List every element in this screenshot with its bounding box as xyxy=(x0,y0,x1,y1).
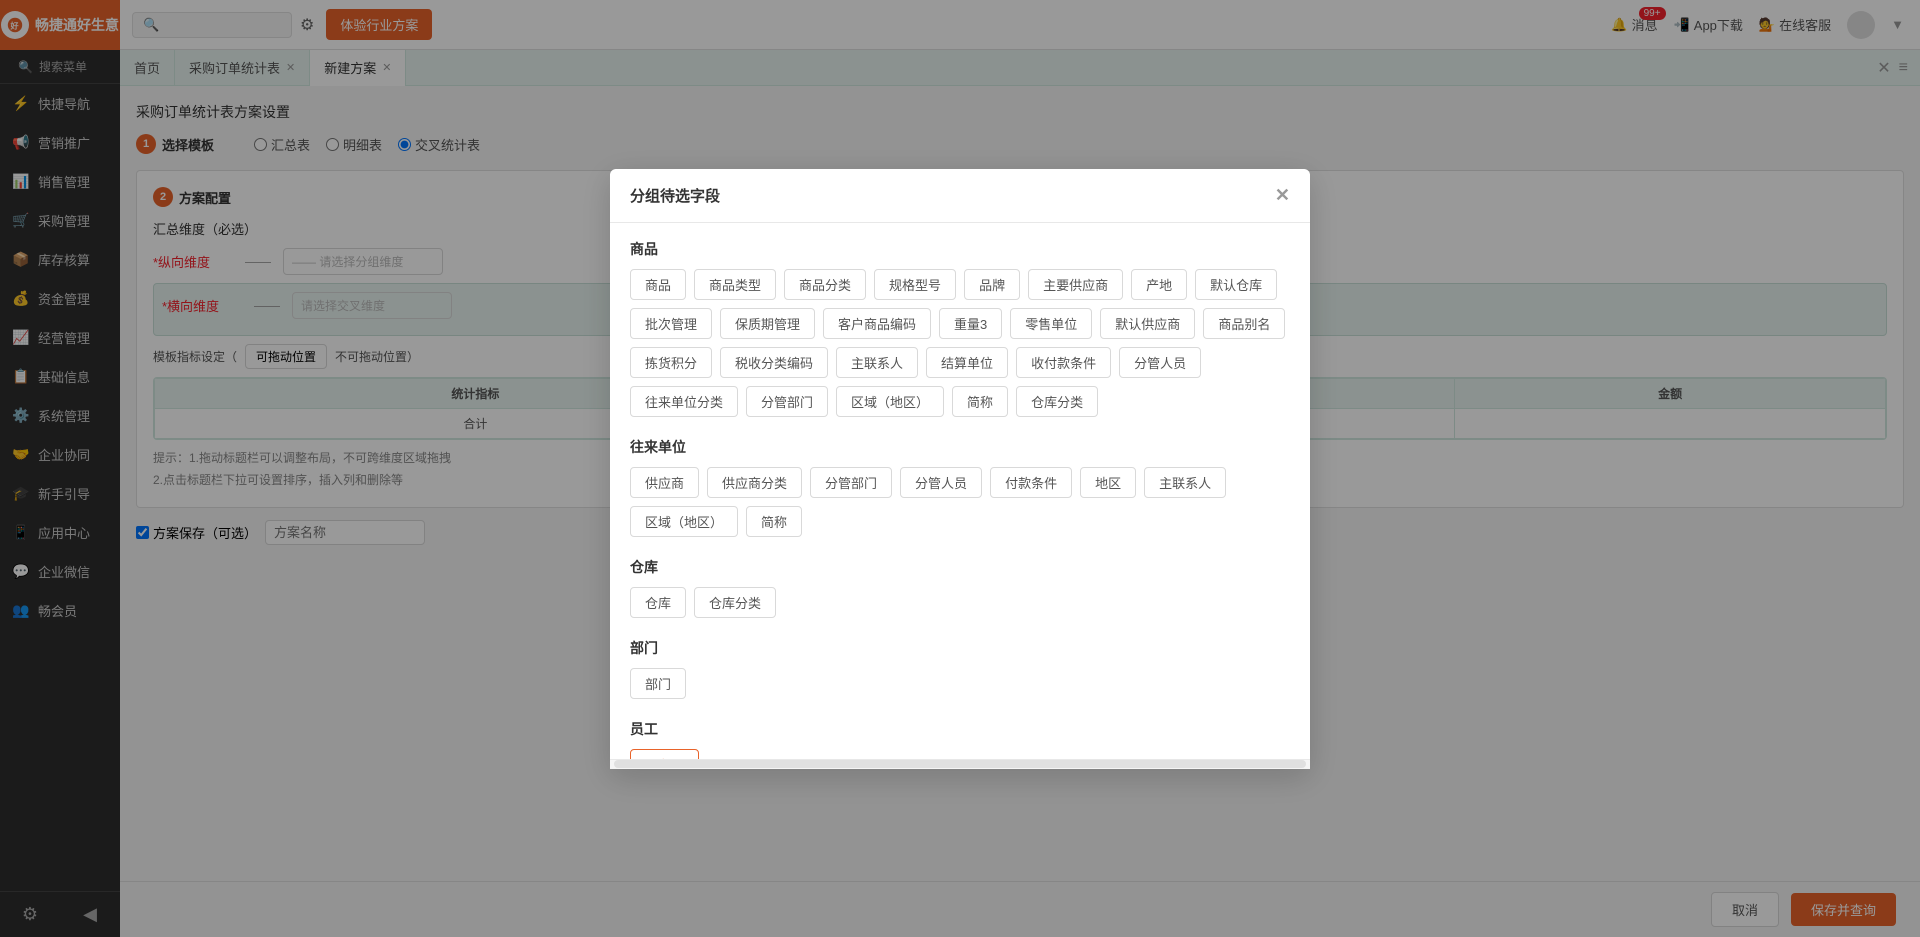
field-tag-source_unit_category[interactable]: 往来单位分类 xyxy=(630,386,738,417)
field-tag-brand[interactable]: 品牌 xyxy=(964,269,1020,300)
field-section-department: 部门部门 xyxy=(630,638,1290,699)
field-tags-goods: 商品商品类型商品分类规格型号品牌主要供应商产地默认仓库批次管理保质期管理客户商品… xyxy=(630,269,1290,417)
modal-footer-scroll xyxy=(610,759,1310,769)
field-tag-batch_mgmt[interactable]: 批次管理 xyxy=(630,308,712,339)
field-tag-customer_code[interactable]: 客户商品编码 xyxy=(823,308,931,339)
field-tag-payment_terms[interactable]: 收付款条件 xyxy=(1016,347,1111,378)
field-tag-default_supplier[interactable]: 默认供应商 xyxy=(1100,308,1195,339)
field-tag-salesperson[interactable]: 业务员 xyxy=(630,749,699,759)
field-tag-partner_short[interactable]: 简称 xyxy=(746,506,802,537)
field-tag-weight3[interactable]: 重量3 xyxy=(939,308,1002,339)
field-tag-goods[interactable]: 商品 xyxy=(630,269,686,300)
field-section-warehouse: 仓库仓库仓库分类 xyxy=(630,557,1290,618)
field-section-title-partner: 往来单位 xyxy=(630,437,1290,457)
field-tag-pickup_points[interactable]: 拣货积分 xyxy=(630,347,712,378)
modal-header: 分组待选字段 ✕ xyxy=(610,169,1310,223)
field-tag-supplier_category[interactable]: 供应商分类 xyxy=(707,467,802,498)
field-tag-area[interactable]: 地区 xyxy=(1080,467,1136,498)
field-tags-department: 部门 xyxy=(630,668,1290,699)
field-section-title-employee: 员工 xyxy=(630,719,1290,739)
field-tag-spec_model[interactable]: 规格型号 xyxy=(874,269,956,300)
modal-close-btn[interactable]: ✕ xyxy=(1275,185,1290,206)
field-section-goods: 商品商品商品类型商品分类规格型号品牌主要供应商产地默认仓库批次管理保质期管理客户… xyxy=(630,239,1290,417)
field-tags-warehouse: 仓库仓库分类 xyxy=(630,587,1290,618)
field-tag-short_name[interactable]: 简称 xyxy=(952,386,1008,417)
field-tag-dept_staff[interactable]: 分管人员 xyxy=(900,467,982,498)
modal-overlay: 分组待选字段 ✕ 商品商品商品类型商品分类规格型号品牌主要供应商产地默认仓库批次… xyxy=(0,0,1920,937)
field-tag-wh_category[interactable]: 仓库分类 xyxy=(694,587,776,618)
field-tag-partner_region[interactable]: 区域（地区） xyxy=(630,506,738,537)
modal-body: 商品商品商品类型商品分类规格型号品牌主要供应商产地默认仓库批次管理保质期管理客户… xyxy=(610,223,1310,759)
modal-title: 分组待选字段 xyxy=(630,185,720,206)
field-section-title-goods: 商品 xyxy=(630,239,1290,259)
field-tag-default_warehouse[interactable]: 默认仓库 xyxy=(1195,269,1277,300)
field-tag-settle_unit[interactable]: 结算单位 xyxy=(926,347,1008,378)
horizontal-scrollbar[interactable] xyxy=(614,760,1306,768)
field-tag-main_contact[interactable]: 主联系人 xyxy=(836,347,918,378)
field-section-title-department: 部门 xyxy=(630,638,1290,658)
field-tags-partner: 供应商供应商分类分管部门分管人员付款条件地区主联系人区域（地区） 简称 xyxy=(630,467,1290,537)
modal: 分组待选字段 ✕ 商品商品商品类型商品分类规格型号品牌主要供应商产地默认仓库批次… xyxy=(610,169,1310,769)
field-tag-origin[interactable]: 产地 xyxy=(1131,269,1187,300)
field-section-employee: 员工业务员 xyxy=(630,719,1290,759)
field-tag-warehouse_category[interactable]: 仓库分类 xyxy=(1016,386,1098,417)
field-tag-dept[interactable]: 分管部门 xyxy=(810,467,892,498)
field-section-title-warehouse: 仓库 xyxy=(630,557,1290,577)
field-tag-manager[interactable]: 分管人员 xyxy=(1119,347,1201,378)
field-section-partner: 往来单位供应商供应商分类分管部门分管人员付款条件地区主联系人区域（地区） 简称 xyxy=(630,437,1290,537)
field-tag-tax_code[interactable]: 税收分类编码 xyxy=(720,347,828,378)
field-tag-goods_alias[interactable]: 商品别名 xyxy=(1203,308,1285,339)
field-tag-retail_unit[interactable]: 零售单位 xyxy=(1010,308,1092,339)
field-tag-payment_cond[interactable]: 付款条件 xyxy=(990,467,1072,498)
field-tag-wh[interactable]: 仓库 xyxy=(630,587,686,618)
field-tag-main_supplier[interactable]: 主要供应商 xyxy=(1028,269,1123,300)
field-tag-expiry_mgmt[interactable]: 保质期管理 xyxy=(720,308,815,339)
field-tag-mgmt_dept[interactable]: 分管部门 xyxy=(746,386,828,417)
field-tag-supplier[interactable]: 供应商 xyxy=(630,467,699,498)
field-tag-partner_contact[interactable]: 主联系人 xyxy=(1144,467,1226,498)
field-tag-goods_type[interactable]: 商品类型 xyxy=(694,269,776,300)
field-tags-employee: 业务员 xyxy=(630,749,1290,759)
field-tag-goods_category[interactable]: 商品分类 xyxy=(784,269,866,300)
field-tag-region[interactable]: 区域（地区） xyxy=(836,386,944,417)
field-tag-dept_field[interactable]: 部门 xyxy=(630,668,686,699)
